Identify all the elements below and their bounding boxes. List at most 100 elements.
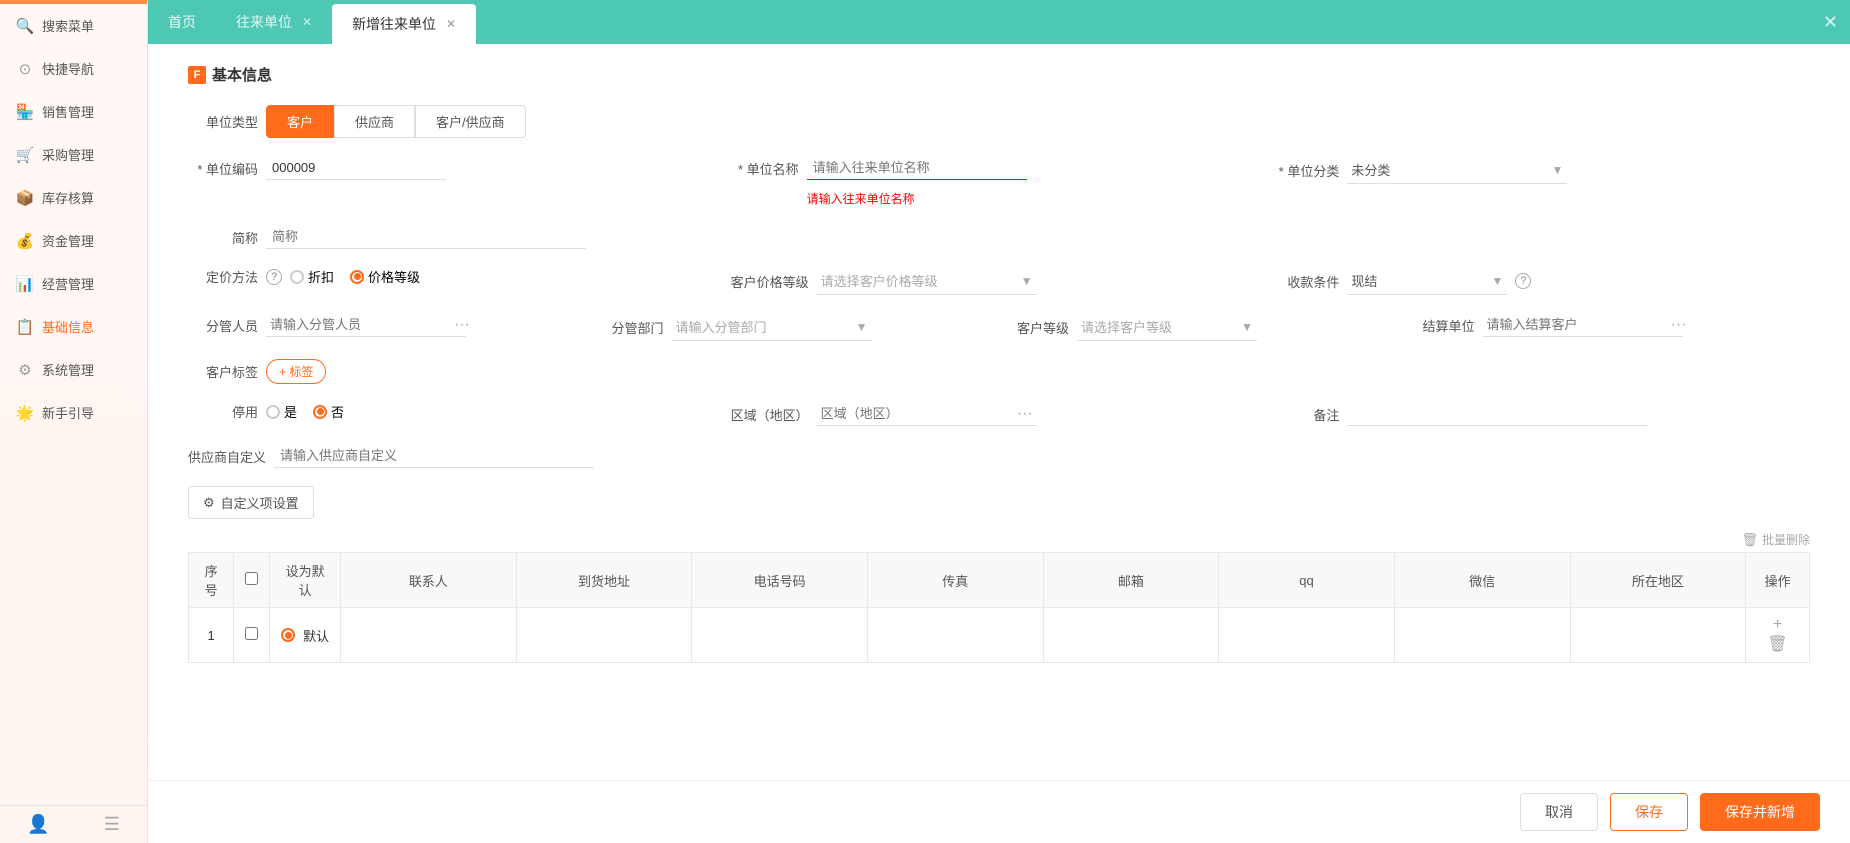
unit-btn-customer[interactable]: 客户 — [266, 105, 334, 138]
tab-bar-close-button[interactable]: ✕ — [1823, 12, 1838, 33]
select-all-checkbox[interactable] — [245, 572, 258, 585]
short-name-input[interactable] — [266, 225, 586, 249]
pricing-row: 定价方法 ? 折扣 价格等级 客户价格等级 — [188, 267, 1810, 295]
tab-bar: 首页 往来单位 ✕ 新增往来单位 ✕ ✕ — [148, 0, 1850, 44]
manager-input[interactable] — [266, 313, 450, 336]
pricing-help-icon[interactable]: ? — [266, 269, 282, 285]
pricing-radio-group: 折扣 价格等级 — [290, 267, 420, 286]
unit-code-label: * 单位编码 — [188, 159, 258, 178]
customer-price-level-label: 客户价格等级 — [729, 272, 809, 291]
tab-new-partner-label: 新增往来单位 — [352, 14, 436, 34]
cell-phone[interactable] — [692, 608, 868, 663]
save-button[interactable]: 保存 — [1610, 793, 1688, 831]
settlement-unit-input[interactable] — [1483, 313, 1667, 336]
unit-btn-supplier[interactable]: 供应商 — [334, 105, 415, 138]
custom-settings-button[interactable]: ⚙ 自定义项设置 — [188, 486, 314, 519]
wechat-input[interactable] — [1405, 628, 1560, 643]
sidebar-item-search[interactable]: 🔍 搜索菜单 — [0, 4, 147, 47]
disabled-no-radio[interactable]: 否 — [313, 402, 344, 421]
cancel-button[interactable]: 取消 — [1520, 793, 1598, 831]
sidebar: 🔍 搜索菜单 ⊙ 快捷导航 🏪 销售管理 🛒 采购管理 📦 库存核算 💰 资金管… — [0, 0, 148, 843]
sidebar-item-label: 采购管理 — [42, 145, 94, 164]
disabled-yes-radio[interactable]: 是 — [266, 402, 297, 421]
unit-type-buttons: 客户 供应商 客户/供应商 — [266, 105, 526, 138]
col-seq: 序号 — [189, 553, 234, 608]
add-row-button[interactable]: + — [1770, 616, 1785, 634]
sidebar-item-finance[interactable]: 💰 资金管理 — [0, 219, 147, 262]
phone-input[interactable] — [702, 628, 857, 643]
col-phone: 电话号码 — [692, 553, 868, 608]
unit-category-value: 未分类 — [1351, 160, 1551, 179]
customer-level-select[interactable]: 请选择客户等级 ▼ — [1077, 313, 1257, 341]
contact-input[interactable] — [351, 628, 506, 643]
email-input[interactable] — [1054, 628, 1209, 643]
customer-price-level-select[interactable]: 请选择客户价格等级 ▼ — [817, 267, 1037, 295]
sidebar-item-guide[interactable]: 🌟 新手引导 — [0, 391, 147, 434]
manager-label: 分管人员 — [188, 316, 258, 335]
cell-fax[interactable] — [867, 608, 1043, 663]
note-input[interactable] — [1347, 402, 1647, 426]
tab-home[interactable]: 首页 — [148, 0, 216, 44]
customer-price-level-placeholder: 请选择客户价格等级 — [821, 271, 1021, 290]
default-radio[interactable]: 默认 — [280, 626, 330, 645]
payment-help-icon[interactable]: ? — [1515, 273, 1531, 289]
sidebar-user-icon[interactable]: 👤 — [27, 814, 49, 835]
pricing-discount-radio[interactable]: 折扣 — [290, 267, 334, 286]
form-content: F 基本信息 单位类型 客户 供应商 客户/供应商 * 单位编码 * — [148, 44, 1850, 780]
sidebar-item-basic[interactable]: 📋 基础信息 — [0, 305, 147, 348]
cell-area[interactable] — [1570, 608, 1746, 663]
unit-name-input[interactable] — [807, 156, 1027, 180]
delete-row-button[interactable]: 🗑 — [1764, 634, 1790, 654]
sidebar-item-inventory[interactable]: 📦 库存核算 — [0, 176, 147, 219]
sidebar-item-purchase[interactable]: 🛒 采购管理 — [0, 133, 147, 176]
settlement-input-group: ··· — [1483, 313, 1683, 337]
sidebar-menu-icon[interactable]: ☰ — [104, 814, 120, 835]
tab-partners[interactable]: 往来单位 ✕ — [216, 0, 332, 44]
unit-category-select[interactable]: 未分类 ▼ — [1347, 156, 1567, 184]
sidebar-item-system[interactable]: ⚙ 系统管理 — [0, 348, 147, 391]
custom-settings-label: 自定义项设置 — [221, 493, 299, 512]
sidebar-item-operation[interactable]: 📊 经营管理 — [0, 262, 147, 305]
tab-partners-close[interactable]: ✕ — [302, 15, 312, 29]
save-new-button[interactable]: 保存并新增 — [1700, 793, 1820, 831]
note-label: 备注 — [1269, 405, 1339, 424]
col-checkbox[interactable] — [234, 553, 270, 608]
tab-partners-label: 往来单位 — [236, 12, 292, 32]
area-input[interactable] — [1581, 628, 1736, 643]
region-input[interactable] — [817, 402, 1013, 425]
unit-btn-both[interactable]: 客户/供应商 — [415, 105, 526, 138]
cell-checkbox[interactable] — [234, 608, 270, 663]
sidebar-item-label: 销售管理 — [42, 102, 94, 121]
unit-code-input[interactable] — [266, 156, 446, 180]
col-email: 邮箱 — [1043, 553, 1219, 608]
level-radio-dot — [354, 273, 361, 280]
manager-more-icon[interactable]: ··· — [450, 316, 474, 334]
row-checkbox[interactable] — [245, 627, 258, 640]
batch-delete-section: 🗑 批量删除 — [188, 531, 1810, 548]
department-select[interactable]: 请输入分管部门 ▼ — [672, 313, 872, 341]
settlement-more-icon[interactable]: ··· — [1667, 316, 1691, 334]
region-input-group: ··· — [817, 402, 1037, 426]
payment-terms-select[interactable]: 现结 ▼ — [1347, 267, 1507, 295]
settlement-unit-group: 结算单位 ··· — [1405, 313, 1811, 337]
tab-new-partner-close[interactable]: ✕ — [446, 17, 456, 31]
cell-qq[interactable] — [1219, 608, 1395, 663]
cell-contact[interactable] — [341, 608, 517, 663]
tab-new-partner[interactable]: 新增往来单位 ✕ — [332, 4, 476, 44]
sales-icon: 🏪 — [16, 103, 34, 121]
pricing-level-radio[interactable]: 价格等级 — [350, 267, 420, 286]
sidebar-item-quicknav[interactable]: ⊙ 快捷导航 — [0, 47, 147, 90]
fax-input[interactable] — [878, 628, 1033, 643]
add-tag-button[interactable]: + 标签 — [266, 359, 326, 384]
batch-delete-label[interactable]: 批量删除 — [1762, 531, 1810, 548]
cell-wechat[interactable] — [1394, 608, 1570, 663]
supplier-custom-label: 供应商自定义 — [188, 447, 266, 466]
qq-input[interactable] — [1229, 628, 1384, 643]
sidebar-item-sales[interactable]: 🏪 销售管理 — [0, 90, 147, 133]
address-input[interactable] — [527, 628, 682, 643]
supplier-custom-input[interactable] — [274, 444, 594, 468]
cell-email[interactable] — [1043, 608, 1219, 663]
region-more-icon[interactable]: ··· — [1013, 405, 1037, 423]
cell-address[interactable] — [516, 608, 692, 663]
section-title: 基本信息 — [212, 64, 272, 85]
